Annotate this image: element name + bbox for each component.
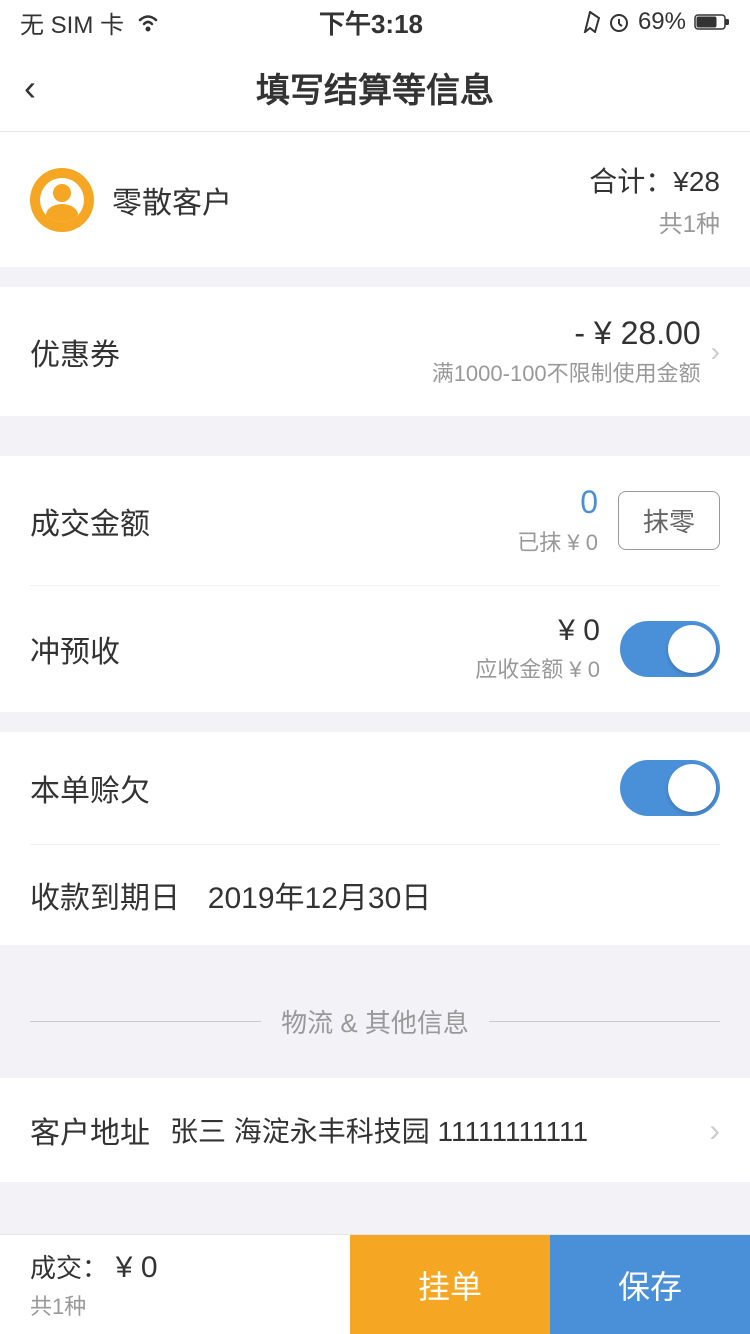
address-chevron-icon: ›	[709, 1112, 720, 1149]
advance-toggle-thumb	[668, 625, 716, 673]
coupon-info: - ¥ 28.00 满1000-100不限制使用金额	[432, 315, 701, 388]
deal-amount-group: 0 已抹 ¥ 0	[517, 484, 598, 557]
sim-status: 无 SIM 卡	[20, 5, 124, 40]
address-section: 客户地址 张三 海淀永丰科技园 11111111111 ›	[0, 1078, 750, 1182]
coupon-right: - ¥ 28.00 满1000-100不限制使用金额 ›	[432, 315, 720, 388]
logistics-line-left	[30, 1021, 261, 1022]
status-left: 无 SIM 卡	[20, 5, 162, 40]
customer-row: 零散客户 合计：¥28 共1种	[0, 132, 750, 267]
customer-total: 合计：¥28	[589, 160, 720, 200]
logistics-line-right	[489, 1021, 720, 1022]
bottom-deal-amount: ¥ 0	[116, 1251, 158, 1284]
address-label: 客户地址	[30, 1108, 150, 1152]
logistics-divider: 物流 & 其他信息	[0, 985, 750, 1058]
advance-toggle-track[interactable]	[620, 621, 720, 677]
round-off-button[interactable]: 抹零	[618, 491, 720, 550]
due-date-value: 2019年12月30日	[208, 882, 431, 915]
coupon-label: 优惠券	[30, 330, 120, 374]
alarm-icon	[608, 11, 630, 33]
logistics-label: 物流 & 其他信息	[281, 1003, 469, 1040]
coupon-desc: 满1000-100不限制使用金额	[432, 356, 701, 388]
battery-level: 69%	[638, 8, 686, 36]
bottom-deal-row: 成交： ¥ 0	[30, 1248, 320, 1285]
bottom-count: 共1种	[30, 1289, 320, 1321]
advance-toggle[interactable]	[620, 621, 720, 677]
bad-debt-label: 本单赊欠	[30, 766, 150, 810]
deal-amount-right: 0 已抹 ¥ 0 抹零	[517, 484, 720, 557]
location-icon	[580, 11, 600, 33]
address-row[interactable]: 客户地址 张三 海淀永丰科技园 11111111111 ›	[30, 1078, 720, 1182]
battery-icon	[694, 13, 730, 31]
advance-right: ¥ 0 应收金额 ¥ 0	[475, 614, 720, 684]
deal-amount-label: 成交金额	[30, 499, 150, 543]
due-date-label: 收款到期日	[30, 882, 180, 915]
status-time: 下午3:18	[319, 4, 423, 41]
deal-amount-value: 0	[517, 484, 598, 521]
bad-debt-section: 本单赊欠 收款到期日 2019年12月30日	[0, 732, 750, 945]
customer-avatar	[30, 168, 94, 232]
avatar-icon	[40, 178, 84, 222]
bad-debt-row: 本单赊欠	[30, 732, 720, 844]
divider-2	[0, 712, 750, 732]
page-title: 填写结算等信息	[256, 63, 494, 112]
bad-debt-toggle-track[interactable]	[620, 760, 720, 816]
customer-right: 合计：¥28 共1种	[589, 160, 720, 239]
advance-sub: 应收金额 ¥ 0	[475, 652, 600, 684]
coupon-amount: - ¥ 28.00	[432, 315, 701, 352]
due-date-row: 收款到期日 2019年12月30日	[30, 844, 720, 945]
bad-debt-toggle-thumb	[668, 764, 716, 812]
status-right: 69%	[580, 8, 730, 36]
customer-section: 零散客户 合计：¥28 共1种	[0, 132, 750, 267]
chevron-right-icon: ›	[711, 336, 720, 368]
logistics-section: 物流 & 其他信息	[0, 965, 750, 1078]
save-button[interactable]: 保存	[550, 1235, 750, 1334]
nav-bar: ‹ 填写结算等信息	[0, 44, 750, 132]
bottom-deal-label: 成交：	[30, 1253, 108, 1283]
status-bar: 无 SIM 卡 下午3:18 69%	[0, 0, 750, 44]
bad-debt-toggle[interactable]	[620, 760, 720, 816]
customer-name: 零散客户	[112, 178, 232, 222]
bottom-bar: 成交： ¥ 0 共1种 挂单 保存	[0, 1234, 750, 1334]
advance-value-group: ¥ 0 应收金额 ¥ 0	[475, 614, 600, 684]
address-value: 张三 海淀永丰科技园 11111111111	[170, 1110, 709, 1150]
coupon-row[interactable]: 优惠券 - ¥ 28.00 满1000-100不限制使用金额 ›	[0, 287, 750, 416]
advance-row: 冲预收 ¥ 0 应收金额 ¥ 0	[30, 586, 720, 712]
divider-3	[0, 945, 750, 965]
customer-left: 零散客户	[30, 168, 232, 232]
deal-amount-sub: 已抹 ¥ 0	[517, 525, 598, 557]
bottom-info: 成交： ¥ 0 共1种	[0, 1235, 350, 1334]
wifi-icon	[134, 12, 162, 32]
deal-amount-row: 成交金额 0 已抹 ¥ 0 抹零	[30, 456, 720, 586]
divider-1	[0, 436, 750, 456]
deal-advance-section: 成交金额 0 已抹 ¥ 0 抹零 冲预收 ¥ 0 应收金额 ¥ 0	[0, 456, 750, 712]
customer-count: 共1种	[589, 204, 720, 239]
advance-value: ¥ 0	[475, 614, 600, 648]
coupon-section[interactable]: 优惠券 - ¥ 28.00 满1000-100不限制使用金额 ›	[0, 287, 750, 416]
advance-label: 冲预收	[30, 627, 120, 671]
hold-button[interactable]: 挂单	[350, 1235, 550, 1334]
back-button[interactable]: ‹	[24, 67, 36, 109]
